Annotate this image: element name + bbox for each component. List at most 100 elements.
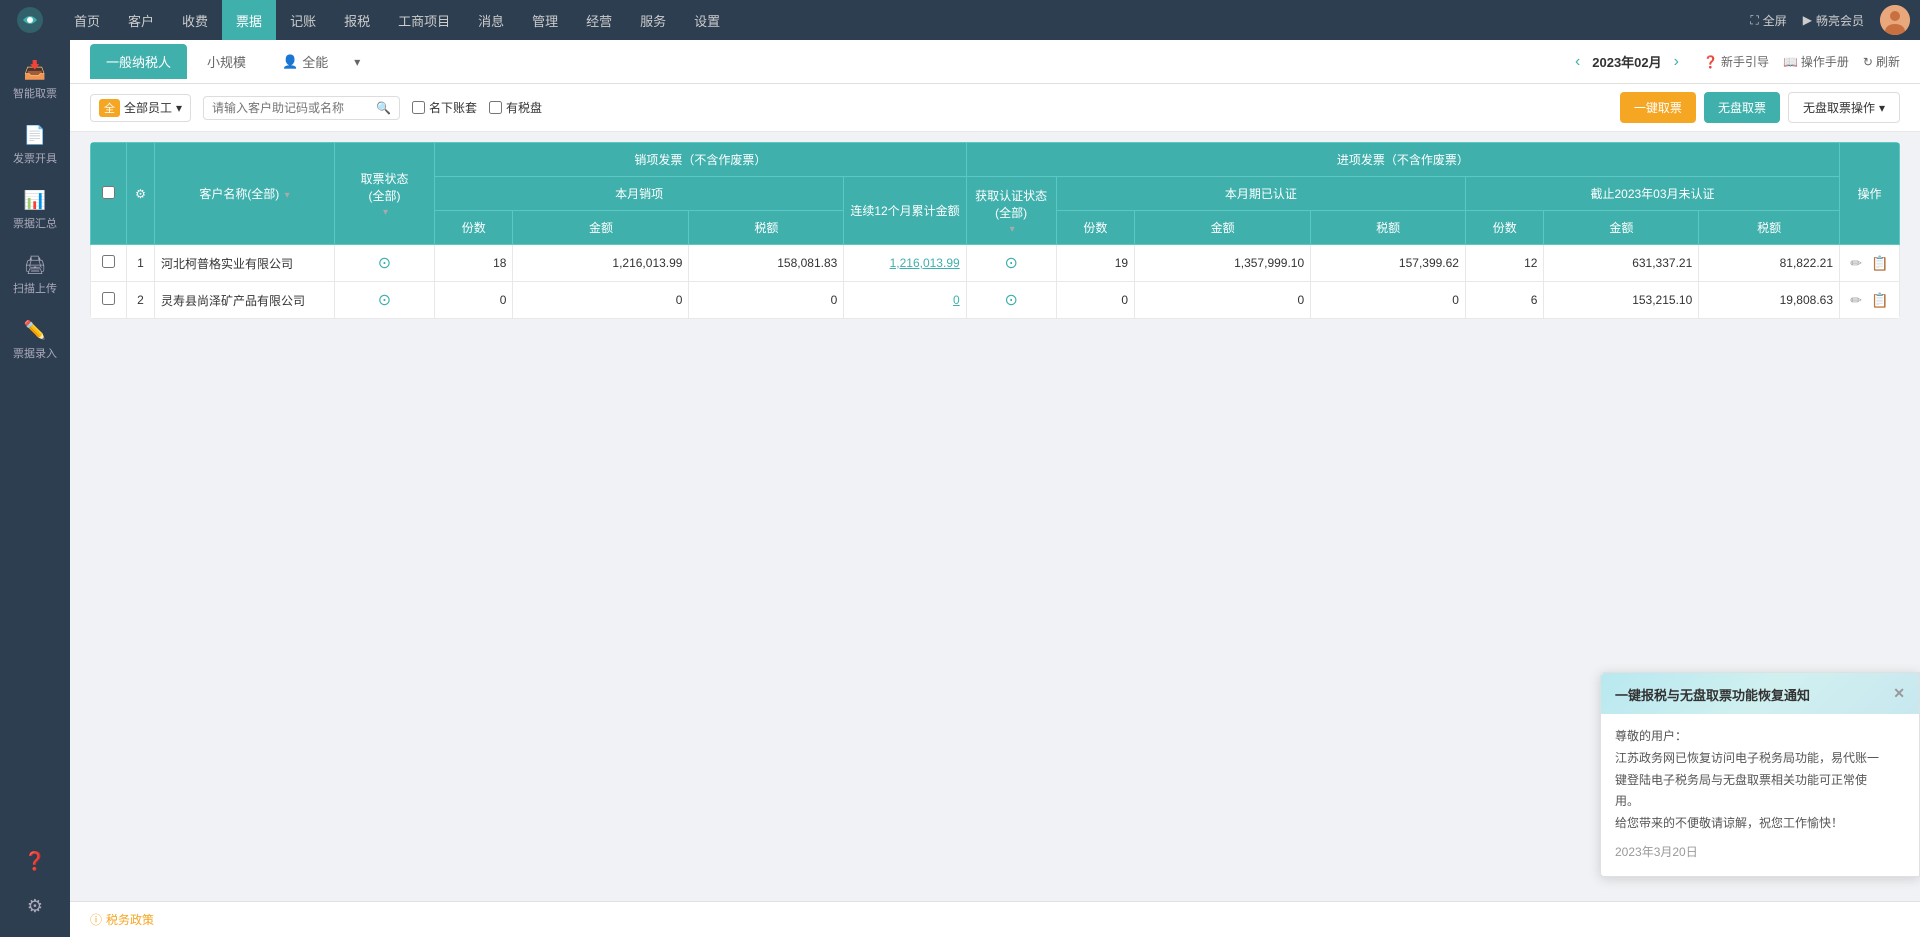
tab-bar: 一般纳税人 小规模 👤 全能 ▾ ‹ 2023年02月 › ❓ 新手引导 📖 操… [70, 40, 1920, 84]
th-period-certified: 本月期已认证 [1056, 177, 1465, 211]
own-accounts-label: 名下账套 [429, 99, 477, 116]
settings-gear-icon[interactable]: ⚙ [135, 187, 146, 201]
row1-uncert-amount: 631,337.21 [1544, 245, 1699, 282]
row2-uncert-count: 6 [1465, 282, 1543, 319]
own-accounts-checkbox[interactable] [412, 101, 425, 114]
nav-manage[interactable]: 管理 [518, 0, 572, 40]
has-tax-disk-checkbox[interactable] [489, 101, 502, 114]
row2-sale-count: 0 [435, 282, 513, 319]
notification-line-0: 尊敬的用户： [1615, 726, 1905, 748]
notification-body: 尊敬的用户： 江苏政务网已恢复访问电子税务局功能，易代账一 键登陆电子税务局与无… [1601, 714, 1919, 876]
nav-customer[interactable]: 客户 [114, 0, 168, 40]
no-disk-ops-dropdown-icon: ▾ [1879, 101, 1885, 115]
nav-invoice[interactable]: 票据 [222, 0, 276, 40]
notification-popup: 一键报税与无盘取票功能恢复通知 ✕ 尊敬的用户： 江苏政务网已恢复访问电子税务局… [1600, 672, 1920, 877]
th-sale-count: 份数 [435, 211, 513, 245]
date-next-btn[interactable]: › [1674, 53, 1679, 71]
notification-line-4: 给您带来的不便敬请谅解，祝您工作愉快！ [1615, 813, 1905, 835]
th-settings: ⚙ [127, 143, 155, 245]
avatar[interactable] [1880, 5, 1910, 35]
employee-filter[interactable]: 全 全部员工 ▾ [90, 94, 191, 122]
sidebar-item-invoice-summary[interactable]: 📊 票据汇总 [0, 180, 70, 241]
sidebar-label-invoice-summary: 票据汇总 [13, 215, 57, 231]
nav-message[interactable]: 消息 [464, 0, 518, 40]
row1-checkbox [91, 245, 127, 282]
checkbox-has-tax-disk[interactable]: 有税盘 [489, 99, 542, 116]
refresh-btn[interactable]: ↻ 刷新 [1863, 53, 1900, 70]
nav-accounting[interactable]: 记账 [276, 0, 330, 40]
cert-status-filter-icon[interactable]: ▾ [1010, 224, 1015, 235]
row2-edit-icon[interactable]: ✏ [1850, 292, 1862, 308]
row1-cumulative-link[interactable]: 1,216,013.99 [890, 256, 960, 270]
row1-select[interactable] [102, 255, 115, 268]
sidebar-item-invoice-open[interactable]: 📄 发票开具 [0, 115, 70, 176]
row2-customer-name: 灵寿县尚泽矿产品有限公司 [155, 282, 335, 319]
member-btn[interactable]: ▶ 畅亮会员 [1803, 12, 1864, 29]
ticket-status-label: 取票状态 [341, 170, 428, 187]
th-ticket-status: 取票状态 (全部) ▾ [335, 143, 435, 245]
nav-tax[interactable]: 报税 [330, 0, 384, 40]
all-tab-label: 全能 [302, 52, 328, 71]
nav-service[interactable]: 服务 [626, 0, 680, 40]
th-purchase-invoices: 进项发票（不含作废票） [966, 143, 1839, 177]
fullscreen-btn[interactable]: ⛶ 全屏 [1750, 12, 1786, 29]
nav-operation[interactable]: 经营 [572, 0, 626, 40]
nav-settings[interactable]: 设置 [680, 0, 734, 40]
th-sale-invoices: 销项发票（不含作废票） [435, 143, 967, 177]
tab-more-btn[interactable]: ▾ [348, 55, 366, 69]
employee-dropdown-icon: ▾ [176, 101, 182, 115]
row2-select[interactable] [102, 292, 115, 305]
nav-fee[interactable]: 收费 [168, 0, 222, 40]
tab-all[interactable]: 👤 全能 [266, 44, 344, 79]
new-guide-btn[interactable]: ❓ 新手引导 [1703, 53, 1769, 70]
row2-cert-tax: 0 [1311, 282, 1466, 319]
fullscreen-icon: ⛶ [1750, 13, 1758, 28]
one-key-ticket-btn[interactable]: 一键取票 [1620, 92, 1696, 123]
tab-bar-actions: ❓ 新手引导 📖 操作手册 ↻ 刷新 [1703, 53, 1900, 70]
nav-business[interactable]: 工商项目 [384, 0, 464, 40]
tax-policy-link[interactable]: ⓘ 税务政策 [90, 911, 154, 928]
no-disk-ticket-btn[interactable]: 无盘取票 [1704, 92, 1780, 123]
row2-sale-amount: 0 [513, 282, 689, 319]
notification-close-btn[interactable]: ✕ [1893, 685, 1905, 702]
th-checkbox [91, 143, 127, 245]
tab-small-scale[interactable]: 小规模 [191, 44, 262, 79]
cert-status-label: 获取认证状态 [973, 187, 1050, 204]
row1-status-icon: ⊙ [378, 255, 391, 272]
member-label: 畅亮会员 [1816, 12, 1864, 29]
row1-detail-icon[interactable]: 📋 [1871, 255, 1888, 271]
ticket-status-filter-icon[interactable]: ▾ [383, 207, 388, 218]
sidebar-item-scan-upload[interactable]: 🖨 扫描上传 [0, 245, 70, 306]
row1-sale-amount: 1,216,013.99 [513, 245, 689, 282]
sidebar-item-smart-ticket[interactable]: 📥 智能取票 [0, 50, 70, 111]
row2-uncert-tax: 19,808.63 [1699, 282, 1840, 319]
no-disk-ops-btn[interactable]: 无盘取票操作 ▾ [1788, 92, 1900, 123]
search-input[interactable] [212, 101, 372, 115]
main-layout: 📥 智能取票 📄 发票开具 📊 票据汇总 🖨 扫描上传 ✏️ 票据录入 ❓ ⚙ [0, 40, 1920, 937]
customer-name-filter-icon[interactable]: ▾ [285, 190, 290, 201]
row2-actions: ✏ 📋 [1840, 282, 1900, 319]
table-wrap: ⚙ 客户名称(全部) ▾ 取票状态 (全部) ▾ 销项发票（不含作废票） 进项发… [70, 132, 1920, 329]
row2-cert-status: ⊙ [966, 282, 1056, 319]
select-all-checkbox[interactable] [102, 186, 115, 199]
nav-home[interactable]: 首页 [60, 0, 114, 40]
sidebar-label-invoice-entry: 票据录入 [13, 345, 57, 361]
notification-line-1: 江苏政务网已恢复访问电子税务局功能，易代账一 [1615, 748, 1905, 770]
sidebar-item-invoice-entry[interactable]: ✏️ 票据录入 [0, 310, 70, 371]
row2-cumulative-link[interactable]: 0 [953, 293, 960, 307]
row1-edit-icon[interactable]: ✏ [1850, 255, 1862, 271]
checkbox-own-accounts[interactable]: 名下账套 [412, 99, 477, 116]
search-icon[interactable]: 🔍 [376, 101, 391, 115]
date-prev-btn[interactable]: ‹ [1575, 53, 1580, 71]
manual-btn[interactable]: 📖 操作手册 [1783, 53, 1849, 70]
sidebar-item-help[interactable]: ❓ [24, 841, 46, 882]
row1-cert-count: 19 [1056, 245, 1134, 282]
has-tax-disk-label: 有税盘 [506, 99, 542, 116]
date-display: 2023年02月 [1592, 52, 1661, 71]
main-content: 一般纳税人 小规模 👤 全能 ▾ ‹ 2023年02月 › ❓ 新手引导 📖 操… [70, 40, 1920, 937]
th-uncert-count: 份数 [1465, 211, 1543, 245]
th-uncertified-to-march: 截止2023年03月未认证 [1465, 177, 1839, 211]
sidebar-item-settings[interactable]: ⚙ [24, 886, 46, 927]
row2-detail-icon[interactable]: 📋 [1871, 292, 1888, 308]
tab-general-taxpayer[interactable]: 一般纳税人 [90, 44, 187, 79]
